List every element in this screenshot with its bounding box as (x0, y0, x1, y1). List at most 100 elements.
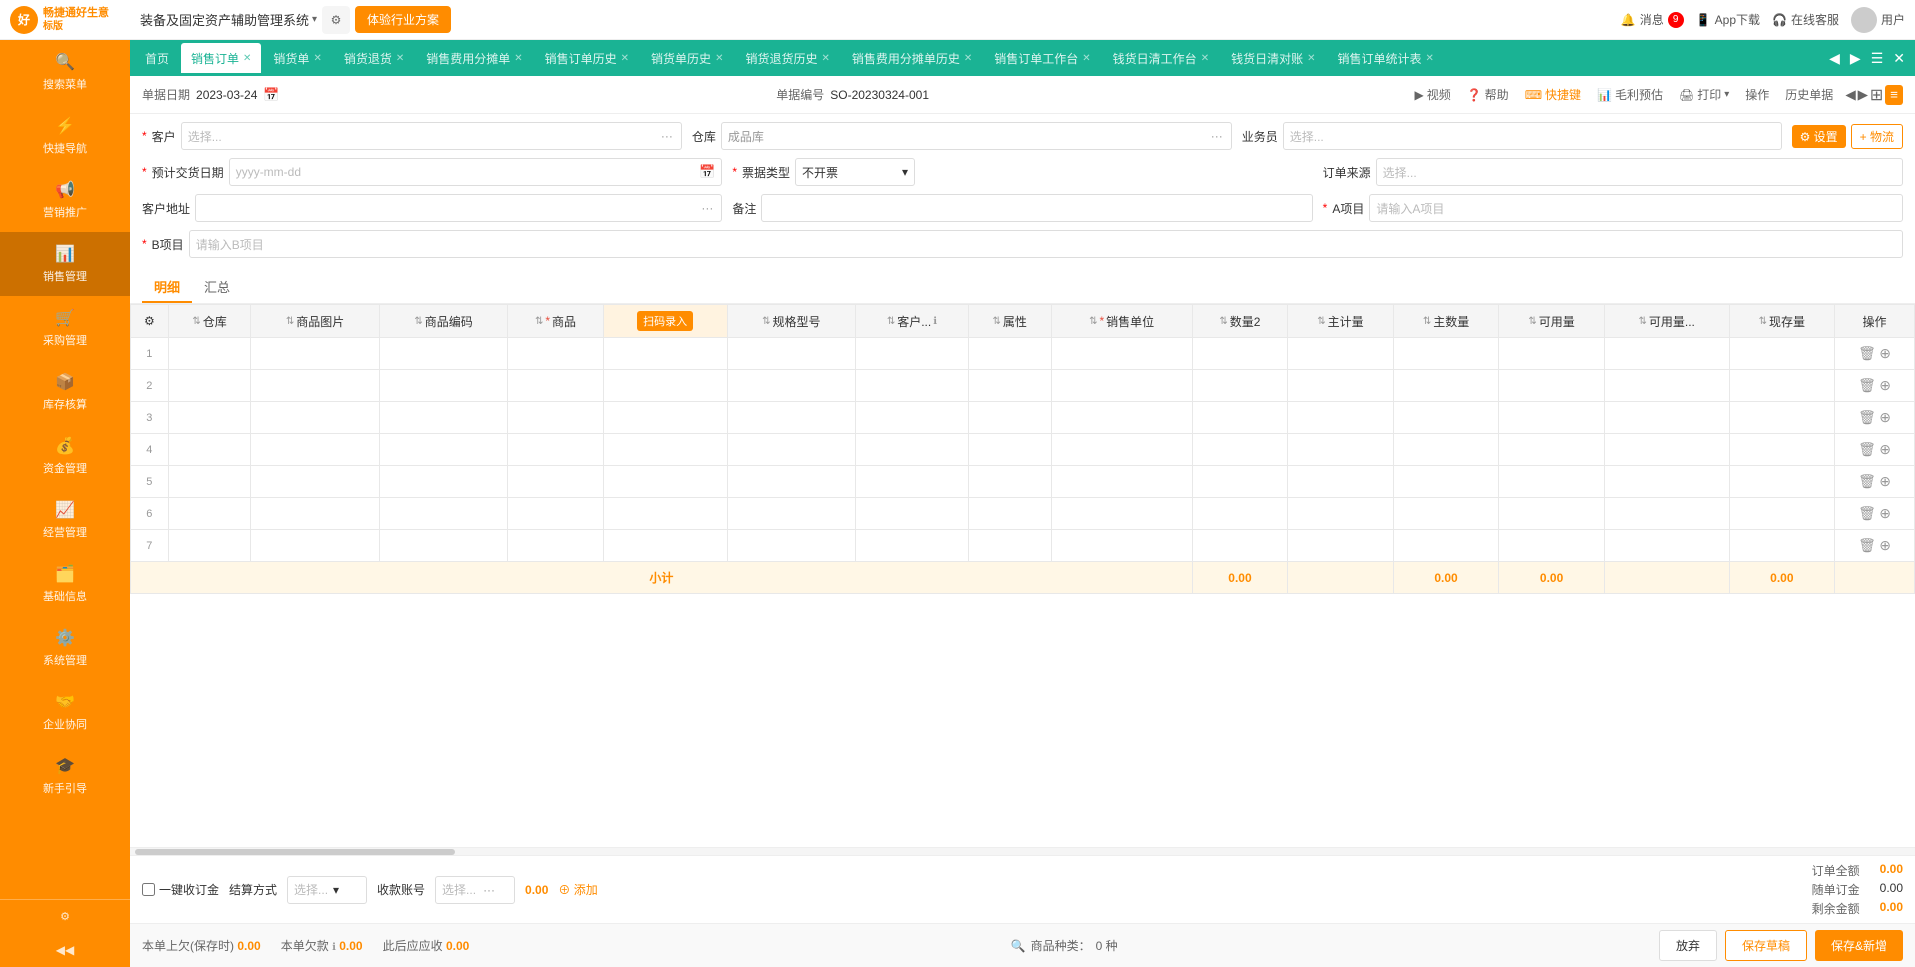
a-project-input[interactable]: 请输入A项目 (1369, 194, 1903, 222)
calendar-icon[interactable]: 📅 (263, 87, 279, 103)
tab-10[interactable]: 钱货日清工作台✕ (1103, 43, 1219, 73)
col-unit[interactable]: ⇅*销售单位 (1051, 305, 1192, 338)
sidebar-collapse-btn[interactable]: ◀◀ (0, 933, 130, 967)
preview-btn[interactable]: ▶ 视频 (1410, 84, 1454, 105)
sidebar-item-5[interactable]: 📦 库存核算 (0, 360, 130, 424)
settings-btn[interactable]: ⚙ 设置 (1792, 125, 1846, 148)
row-delete-icon[interactable]: 🗑 (1858, 473, 1876, 489)
col-warehouse[interactable]: ⇅仓库 (168, 305, 251, 338)
tab-close-6[interactable]: ✕ (715, 53, 723, 64)
row-delete-icon[interactable]: 🗑 (1858, 345, 1876, 361)
tab-3[interactable]: 销货退货✕ (334, 43, 414, 73)
shortcut-btn[interactable]: ⌨ 快捷键 (1521, 84, 1585, 105)
sidebar-item-4[interactable]: 🛒 采购管理 (0, 296, 130, 360)
payment-method-select[interactable]: 选择... ▾ (287, 876, 367, 904)
sidebar-item-10[interactable]: 🤝 企业协同 (0, 680, 130, 744)
sidebar-item-1[interactable]: ⚡ 快捷导航 (0, 104, 130, 168)
row-copy-icon[interactable]: ⊕ (1879, 537, 1891, 553)
row-delete-icon[interactable]: 🗑 (1858, 537, 1876, 553)
profit-btn[interactable]: 📊 毛利预估 (1593, 84, 1667, 105)
tab-0[interactable]: 首页 (135, 43, 179, 73)
sidebar-item-8[interactable]: 🗂️ 基础信息 (0, 552, 130, 616)
solution-button[interactable]: 体验行业方案 (355, 6, 451, 33)
staff-input[interactable]: 选择... (1283, 122, 1782, 150)
save-draft-btn[interactable]: 保存草稿 (1725, 930, 1807, 961)
tab-close-9[interactable]: ✕ (1082, 53, 1090, 64)
col-attr[interactable]: ⇅属性 (968, 305, 1051, 338)
nav-prev-btn[interactable]: ◀ (1845, 85, 1855, 105)
list-view-btn[interactable]: ≡ (1885, 85, 1903, 105)
tab-close-11[interactable]: ✕ (1307, 53, 1315, 64)
row-copy-icon[interactable]: ⊕ (1879, 473, 1891, 489)
receipt-expand-icon[interactable]: ··· (481, 883, 497, 897)
tab-4[interactable]: 销售费用分摊单✕ (416, 43, 532, 73)
tab-8[interactable]: 销售费用分摊单历史✕ (842, 43, 982, 73)
col-image[interactable]: ⇅商品图片 (251, 305, 379, 338)
b-project-input[interactable]: 请输入B项目 (189, 230, 1903, 258)
warehouse-input[interactable]: 成品库 ··· (721, 122, 1232, 150)
sidebar-item-0[interactable]: 🔍 搜索菜单 (0, 40, 130, 104)
warehouse-expand-icon[interactable]: ··· (1209, 129, 1225, 143)
history-btn[interactable]: 历史单据 (1781, 84, 1837, 105)
receipt-account-select[interactable]: 选择... ··· (435, 876, 515, 904)
sidebar-item-9[interactable]: ⚙️ 系统管理 (0, 616, 130, 680)
tab-close-12[interactable]: ✕ (1426, 53, 1434, 64)
save-new-btn[interactable]: 保存&新增 (1815, 930, 1903, 961)
tab-close-5[interactable]: ✕ (621, 53, 629, 64)
quick-collect-checkbox[interactable]: 一键收订金 (142, 881, 219, 898)
col-current[interactable]: ⇅现存量 (1729, 305, 1835, 338)
sidebar-settings-btn[interactable]: ⚙ (0, 900, 130, 933)
row-copy-icon[interactable]: ⊕ (1879, 441, 1891, 457)
nav-next-btn[interactable]: ▶ (1858, 85, 1868, 105)
tab-1[interactable]: 销售订单✕ (181, 43, 261, 73)
tab-close-7[interactable]: ✕ (821, 53, 829, 64)
address-expand-icon[interactable]: ··· (699, 201, 715, 215)
row-delete-icon[interactable]: 🗑 (1858, 377, 1876, 393)
add-item-btn[interactable]: + 物流 (1851, 124, 1903, 149)
tab-close-3[interactable]: ✕ (396, 53, 404, 64)
help-btn[interactable]: ❓ 帮助 (1463, 84, 1513, 105)
delivery-calendar-icon[interactable]: 📅 (699, 164, 715, 180)
col-product[interactable]: ⇅*商品 (508, 305, 603, 338)
horizontal-scrollbar[interactable] (130, 847, 1915, 855)
row-copy-icon[interactable]: ⊕ (1879, 505, 1891, 521)
user-btn[interactable]: 用户 (1851, 7, 1905, 33)
online-support-btn[interactable]: 🎧 在线客服 (1772, 11, 1839, 28)
sidebar-item-6[interactable]: 💰 资金管理 (0, 424, 130, 488)
order-source-input[interactable]: 选择... (1376, 158, 1903, 186)
sidebar-item-7[interactable]: 📈 经营管理 (0, 488, 130, 552)
tab-close-8[interactable]: ✕ (964, 53, 972, 64)
grid-view-btn[interactable]: ⊞ (1870, 85, 1883, 105)
row-copy-icon[interactable]: ⊕ (1879, 377, 1891, 393)
discard-btn[interactable]: 放弃 (1659, 930, 1717, 961)
tab-close-all-btn[interactable]: ✕ (1888, 50, 1910, 67)
sidebar-item-11[interactable]: 🎓 新手引导 (0, 744, 130, 808)
sidebar-item-2[interactable]: 📢 营销推广 (0, 168, 130, 232)
quick-collect-check[interactable] (142, 883, 155, 896)
tab-5[interactable]: 销售订单历史✕ (535, 43, 639, 73)
invoice-type-select[interactable]: 不开票 ▾ (795, 158, 915, 186)
col-qty2[interactable]: ⇅数量2 (1192, 305, 1287, 338)
tab-more-btn[interactable]: ☰ (1866, 50, 1889, 67)
col-available[interactable]: ⇅可用量 (1499, 305, 1605, 338)
tab-prev-btn[interactable]: ◀ (1824, 50, 1845, 67)
row-copy-icon[interactable]: ⊕ (1879, 345, 1891, 361)
col-spec[interactable]: ⇅规格型号 (727, 305, 855, 338)
print-btn[interactable]: 🖨 打印 ▾ (1675, 84, 1733, 105)
tab-close-10[interactable]: ✕ (1201, 53, 1209, 64)
tab-close-4[interactable]: ✕ (514, 53, 522, 64)
operation-btn[interactable]: 操作 (1741, 84, 1773, 105)
tab-9[interactable]: 销售订单工作台✕ (984, 43, 1100, 73)
col-settings[interactable]: ⚙ (131, 305, 169, 338)
tab-2[interactable]: 销货单✕ (263, 43, 331, 73)
tab-7[interactable]: 销货退货历史✕ (735, 43, 839, 73)
tab-6[interactable]: 销货单历史✕ (641, 43, 733, 73)
system-name-dropdown[interactable]: 装备及固定资产辅助管理系统 ▾ (140, 10, 317, 29)
remark-input[interactable] (761, 194, 1312, 222)
col-available2[interactable]: ⇅可用量... (1604, 305, 1729, 338)
col-customer-code[interactable]: ⇅客户...ℹ (856, 305, 969, 338)
tab-close-1[interactable]: ✕ (243, 53, 251, 64)
notification-btn[interactable]: 🔔 消息 9 (1621, 11, 1684, 28)
add-payment-btn[interactable]: ⊕ 添加 (558, 881, 597, 898)
row-delete-icon[interactable]: 🗑 (1858, 409, 1876, 425)
